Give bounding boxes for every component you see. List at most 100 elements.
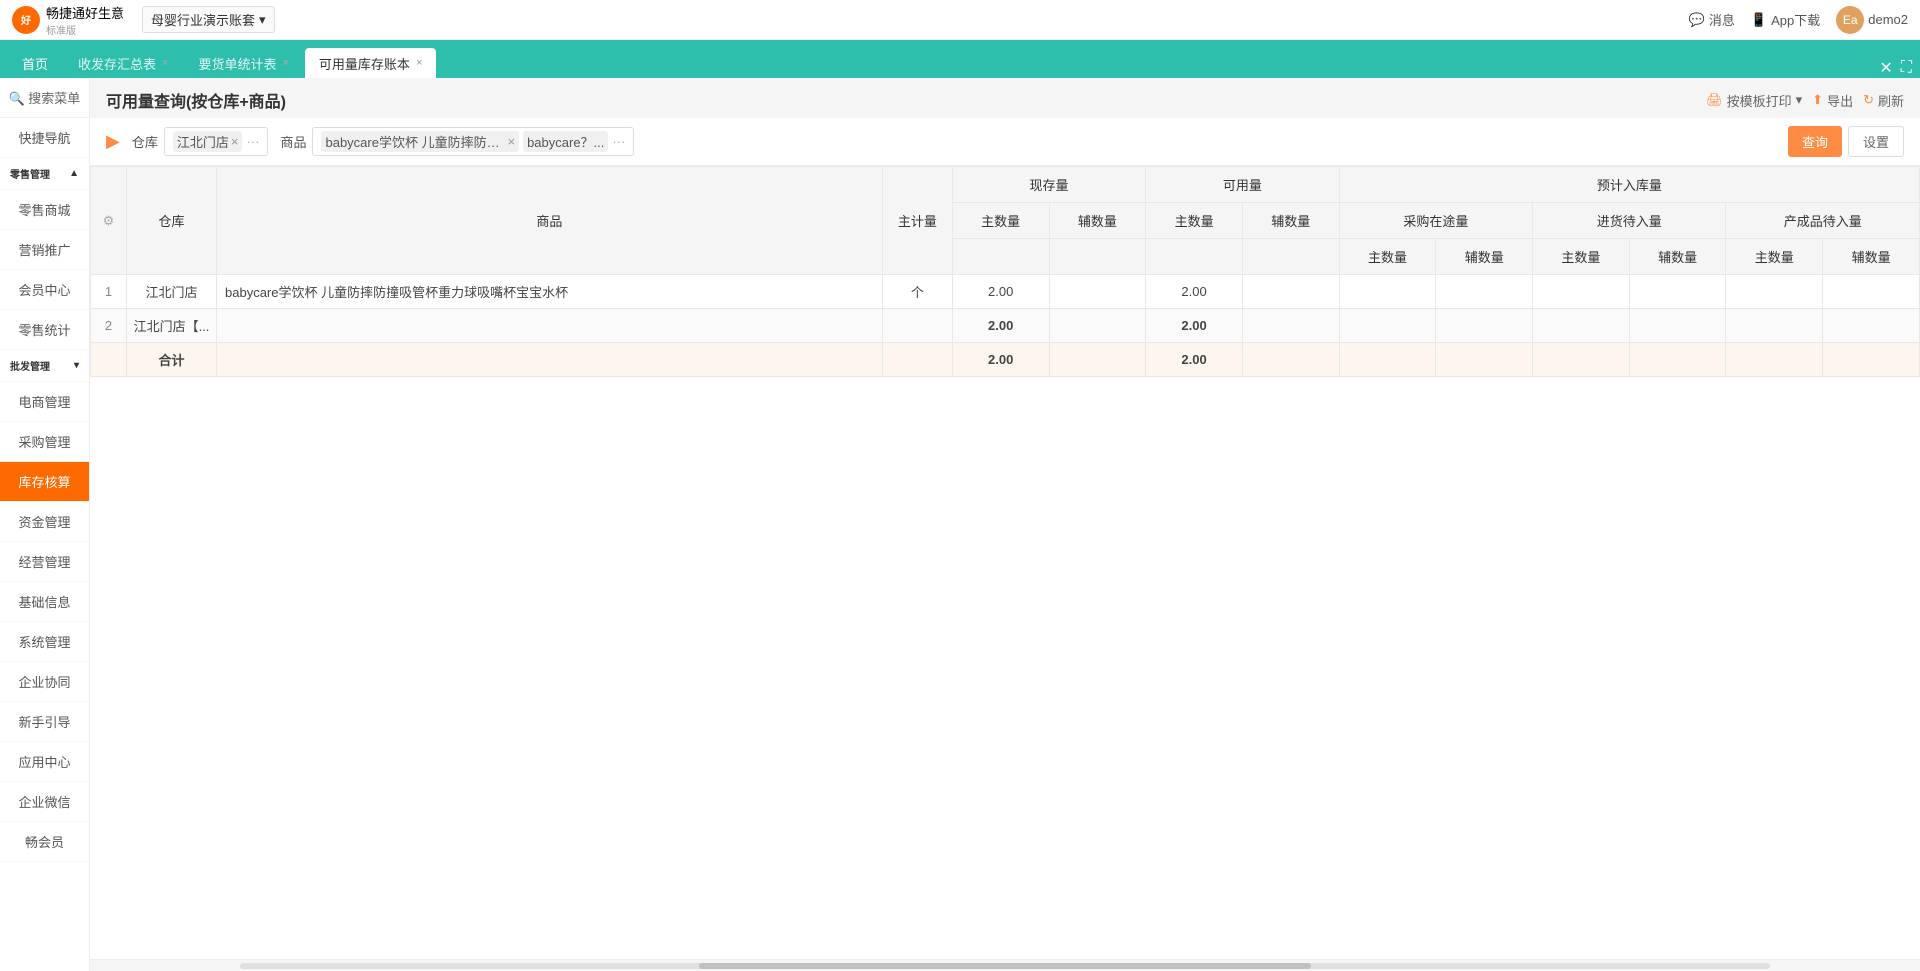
col-stock-group: 现存量 bbox=[952, 167, 1145, 203]
settings-button[interactable]: 设置 bbox=[1848, 126, 1904, 157]
search-icon: 🔍 bbox=[9, 91, 25, 106]
footer-inbound-aux bbox=[1629, 343, 1726, 377]
filter-toggle-btn[interactable]: ▶ bbox=[106, 131, 120, 152]
user-profile[interactable]: Ea demo2 bbox=[1836, 6, 1908, 34]
row2-product-aux bbox=[1823, 309, 1920, 343]
footer-purchase-aux bbox=[1436, 343, 1533, 377]
row2-goods bbox=[217, 309, 883, 343]
sidebar-item-ecommerce[interactable]: 电商管理 bbox=[0, 382, 89, 422]
remove-warehouse-tag[interactable]: × bbox=[231, 134, 239, 149]
sidebar-item-operations[interactable]: 经营管理 bbox=[0, 542, 89, 582]
sidebar-item-enterprise[interactable]: 企业协同 bbox=[0, 662, 89, 702]
app-download-btn[interactable]: 📱 App下载 bbox=[1751, 10, 1820, 29]
row2-purchase-aux bbox=[1436, 309, 1533, 343]
tab-receive[interactable]: 收发存汇总表 × bbox=[64, 48, 182, 78]
sidebar-item-onboarding[interactable]: 新手引导 bbox=[0, 702, 89, 742]
col-unit: 主计量 bbox=[882, 167, 952, 275]
sidebar: 🔍 搜索菜单 快捷导航 零售管理 ▲ 零售商城 营销推广 会员中心 零售统计 批… bbox=[0, 78, 90, 971]
industry-selector[interactable]: 母婴行业演示账套 ▾ bbox=[142, 6, 275, 33]
print-btn[interactable]: 🖨 按模板打印 ▾ bbox=[1706, 91, 1802, 110]
col-purchase-transit: 采购在途量 bbox=[1339, 203, 1532, 239]
query-button[interactable]: 查询 bbox=[1788, 126, 1842, 157]
col-purchase-aux: 辅数量 bbox=[1436, 239, 1533, 275]
logo-text: 畅捷通好生意 标准版 bbox=[46, 3, 124, 37]
tab-order-stat[interactable]: 要货单统计表 × bbox=[184, 48, 302, 78]
tab-bar: 首页 收发存汇总表 × 要货单统计表 × 可用量库存账本 × ✕ ⛶ bbox=[0, 40, 1920, 78]
row1-purchase-main bbox=[1339, 275, 1436, 309]
col-settings: ⚙ bbox=[91, 167, 127, 275]
sidebar-item-member2[interactable]: 畅会员 bbox=[0, 822, 89, 862]
sidebar-item-purchase[interactable]: 采购管理 bbox=[0, 422, 89, 462]
row1-avail-aux bbox=[1242, 275, 1339, 309]
footer-stock-main: 2.00 bbox=[952, 343, 1049, 377]
export-btn[interactable]: ⬆ 导出 bbox=[1812, 91, 1853, 110]
footer-empty1 bbox=[91, 343, 127, 377]
sidebar-item-inventory[interactable]: 库存核算 bbox=[0, 462, 89, 502]
close-tab-order-stat[interactable]: × bbox=[282, 57, 288, 69]
settings-icon[interactable]: ⚙ bbox=[103, 213, 115, 228]
sidebar-item-retail-mgmt[interactable]: 零售管理 ▲ bbox=[0, 158, 89, 190]
table-area: ⚙ 仓库 商品 主计量 现存量 可用量 预计入库量 主数量 辅数量 主数量 辅数… bbox=[90, 166, 1920, 959]
col-inbound-pending: 进货待入量 bbox=[1533, 203, 1726, 239]
tab-close-all[interactable]: ✕ bbox=[1879, 58, 1892, 78]
row1-unit: 个 bbox=[882, 275, 952, 309]
sidebar-item-retail-mall[interactable]: 零售商城 bbox=[0, 190, 89, 230]
table-footer: 合计 2.00 2.00 bbox=[91, 343, 1920, 377]
row1-product-aux bbox=[1823, 275, 1920, 309]
tab-home[interactable]: 首页 bbox=[8, 48, 62, 78]
horizontal-scrollbar[interactable] bbox=[90, 959, 1920, 971]
close-tab-available[interactable]: × bbox=[416, 57, 422, 69]
col-available-group: 可用量 bbox=[1146, 167, 1339, 203]
message-btn[interactable]: 💬 消息 bbox=[1689, 10, 1735, 29]
content-area: 可用量查询(按仓库+商品) 🖨 按模板打印 ▾ ⬆ 导出 ↻ 刷新 ▶ bbox=[90, 78, 1920, 971]
col-avail-aux: 辅数量 bbox=[1242, 203, 1339, 239]
sidebar-search[interactable]: 🔍 搜索菜单 bbox=[0, 78, 89, 118]
warehouse-input[interactable]: 江北门店 × ··· bbox=[164, 127, 269, 156]
goods-tag-1: babycare学饮杯 儿童防摔防撞吸管杯重力球吸嘴杯宝宝水杯 × bbox=[321, 131, 519, 152]
row1-warehouse: 江北门店 bbox=[127, 275, 217, 309]
tab-maximize[interactable]: ⛶ bbox=[1901, 59, 1912, 77]
col-product-main: 主数量 bbox=[1726, 239, 1823, 275]
goods-input[interactable]: babycare学饮杯 儿童防摔防撞吸管杯重力球吸嘴杯宝宝水杯 × babyca… bbox=[312, 127, 634, 156]
sidebar-item-app-center[interactable]: 应用中心 bbox=[0, 742, 89, 782]
sidebar-item-nav[interactable]: 快捷导航 bbox=[0, 118, 89, 158]
row2-stock-main: 2.00 bbox=[952, 309, 1049, 343]
close-tab-receive[interactable]: × bbox=[162, 57, 168, 69]
row1-inbound-main bbox=[1533, 275, 1630, 309]
page-actions: 🖨 按模板打印 ▾ ⬆ 导出 ↻ 刷新 bbox=[1706, 91, 1904, 110]
logo: 好 畅捷通好生意 标准版 bbox=[12, 3, 124, 37]
sidebar-item-wechat[interactable]: 企业微信 bbox=[0, 782, 89, 822]
row1-num: 1 bbox=[91, 275, 127, 309]
logo-icon: 好 bbox=[12, 6, 40, 34]
sidebar-item-system[interactable]: 系统管理 bbox=[0, 622, 89, 662]
main-layout: 🔍 搜索菜单 快捷导航 零售管理 ▲ 零售商城 营销推广 会员中心 零售统计 批… bbox=[0, 78, 1920, 971]
footer-product-aux bbox=[1823, 343, 1920, 377]
col-inbound-aux: 辅数量 bbox=[1629, 239, 1726, 275]
row2-stock-aux bbox=[1049, 309, 1146, 343]
avatar: Ea bbox=[1836, 6, 1864, 34]
col-stock-main: 主数量 bbox=[952, 203, 1049, 239]
col-warehouse: 仓库 bbox=[127, 167, 217, 275]
scrollbar-thumb[interactable] bbox=[699, 963, 1311, 969]
tab-available[interactable]: 可用量库存账本 × bbox=[305, 48, 436, 78]
sidebar-item-basic-info[interactable]: 基础信息 bbox=[0, 582, 89, 622]
sidebar-item-member[interactable]: 会员中心 bbox=[0, 270, 89, 310]
col-inbound-main: 主数量 bbox=[1533, 239, 1630, 275]
refresh-btn[interactable]: ↻ 刷新 bbox=[1863, 91, 1904, 110]
refresh-icon: ↻ bbox=[1863, 92, 1874, 108]
page-title: 可用量查询(按仓库+商品) bbox=[106, 88, 286, 112]
data-table: ⚙ 仓库 商品 主计量 现存量 可用量 预计入库量 主数量 辅数量 主数量 辅数… bbox=[90, 166, 1920, 377]
footer-label: 合计 bbox=[127, 343, 217, 377]
row1-inbound-aux bbox=[1629, 275, 1726, 309]
row1-stock-aux bbox=[1049, 275, 1146, 309]
sidebar-item-retail-stat[interactable]: 零售统计 bbox=[0, 310, 89, 350]
row2-unit bbox=[882, 309, 952, 343]
sidebar-item-wholesale-mgmt[interactable]: 批发管理 ▾ bbox=[0, 350, 89, 382]
sidebar-item-finance[interactable]: 资金管理 bbox=[0, 502, 89, 542]
footer-empty3 bbox=[882, 343, 952, 377]
row2-product-main bbox=[1726, 309, 1823, 343]
sidebar-item-marketing[interactable]: 营销推广 bbox=[0, 230, 89, 270]
app-icon: 📱 bbox=[1751, 12, 1767, 28]
remove-goods-tag-1[interactable]: × bbox=[507, 134, 515, 149]
tab-bar-actions: ✕ ⛶ bbox=[1879, 58, 1920, 78]
